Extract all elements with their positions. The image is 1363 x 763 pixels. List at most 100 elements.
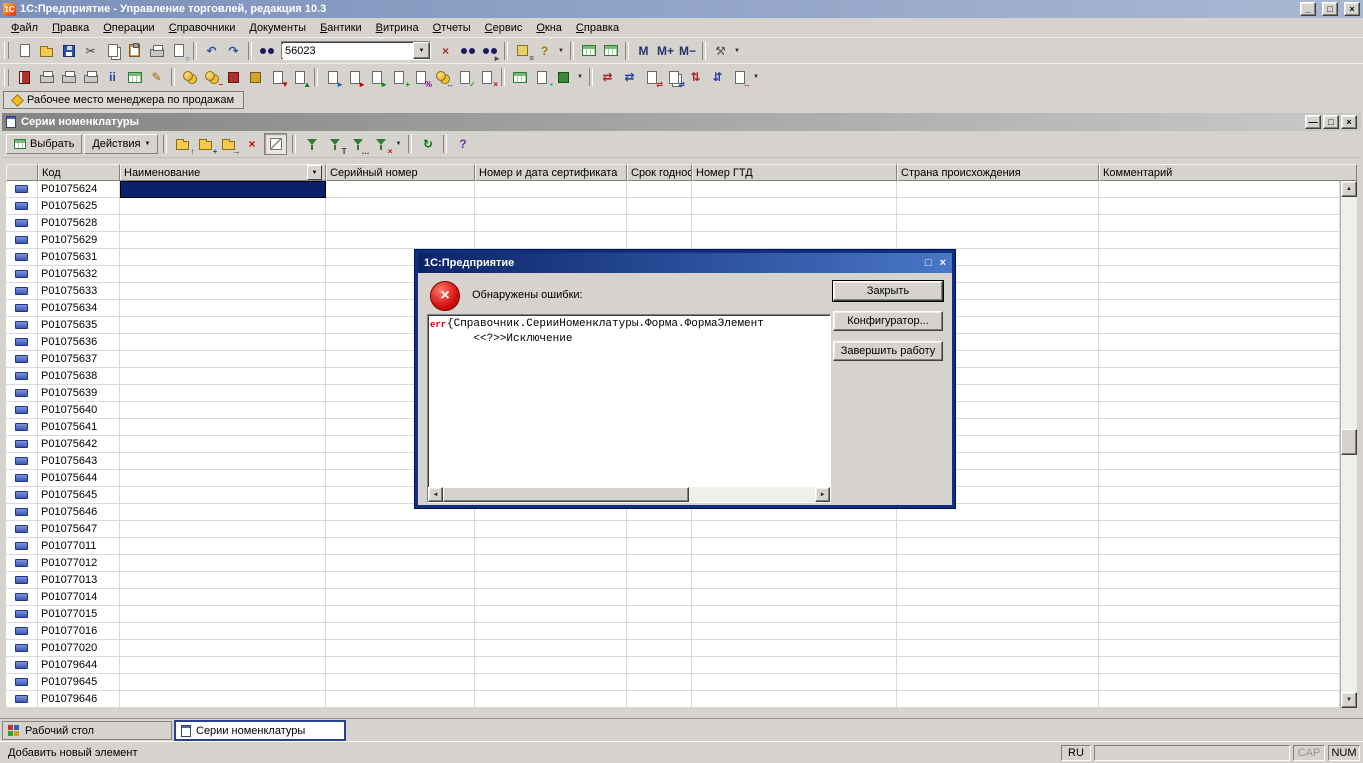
menu-item-10[interactable]: Справка [569,20,626,36]
coins-exchange-icon[interactable]: ↔ [432,67,454,89]
table-cell[interactable] [120,402,326,419]
table-cell[interactable] [1099,640,1340,657]
table-cell[interactable] [897,232,1099,249]
table-cell[interactable] [897,538,1099,555]
table-cell[interactable] [692,640,897,657]
table-row[interactable]: P01079646 [6,691,1340,708]
table-cell[interactable] [1099,181,1340,198]
column-header-3[interactable]: Номер и дата сертификата [475,164,627,181]
table-cell[interactable] [1099,657,1340,674]
row-marker-cell[interactable] [6,300,38,317]
shutdown-button[interactable]: Завершить работу [833,341,943,361]
exchange-settings-icon[interactable]: ⇄ [641,67,663,89]
column-header-0[interactable]: Код [38,164,120,181]
table-cell[interactable] [897,640,1099,657]
sync-up-down-icon[interactable]: ⇅ [685,67,706,87]
sync-down-up-icon[interactable]: ⇵ [707,67,728,87]
cut-icon[interactable]: ✂ [80,41,101,61]
memory-recall-button[interactable]: M [633,41,654,61]
table-cell[interactable] [1099,436,1340,453]
column-filter-icon[interactable]: ▼ [307,165,322,180]
table-cell[interactable] [475,538,627,555]
table-cell[interactable] [1099,402,1340,419]
table-row[interactable]: P01077015 [6,606,1340,623]
table-cell[interactable] [692,521,897,538]
redo-icon[interactable]: ↷ [223,41,244,61]
row-marker-cell[interactable] [6,368,38,385]
table-cell[interactable] [1099,453,1340,470]
row-marker-cell[interactable] [6,436,38,453]
table-cell[interactable] [120,351,326,368]
table-cell[interactable]: P01075631 [38,249,120,266]
menu-item-0[interactable]: Файл [4,20,45,36]
box-green-icon[interactable] [553,67,574,87]
table-cell[interactable] [120,487,326,504]
table-cell[interactable] [1099,538,1340,555]
table-cell[interactable]: P01075624 [38,181,120,198]
table-cell[interactable] [897,555,1099,572]
table-cell[interactable] [1099,623,1340,640]
table-cell[interactable] [692,555,897,572]
calculator-icon[interactable]: = [512,41,534,62]
row-marker-cell[interactable] [6,215,38,232]
table-cell[interactable] [627,232,692,249]
table-row[interactable]: P01079645 [6,674,1340,691]
language-indicator[interactable]: RU [1061,744,1091,761]
table-cell[interactable] [326,181,475,198]
table-cell[interactable] [326,606,475,623]
row-marker-cell[interactable] [6,283,38,300]
table-cell[interactable] [326,232,475,249]
table-cell[interactable] [627,606,692,623]
table-cell[interactable] [1099,606,1340,623]
table-cell[interactable] [1099,215,1340,232]
row-marker-cell[interactable] [6,181,38,198]
menu-item-7[interactable]: Отчеты [426,20,478,36]
table-cell[interactable] [120,385,326,402]
table-row[interactable]: P01075624 [6,181,1340,198]
table-cell[interactable] [627,198,692,215]
row-marker-cell[interactable] [6,623,38,640]
column-header-6[interactable]: Страна происхождения [897,164,1099,181]
column-header-2[interactable]: Серийный номер [326,164,475,181]
table-cell[interactable] [120,215,326,232]
child-close-button[interactable]: × [1341,115,1357,129]
table-cell[interactable] [326,555,475,572]
table-cell[interactable] [692,232,897,249]
table-cell[interactable] [326,691,475,708]
exchange-receive-icon[interactable]: ⇄ [619,67,640,87]
table-cell[interactable] [627,657,692,674]
table-document-icon[interactable] [578,41,599,61]
table-row[interactable]: P01077012 [6,555,1340,572]
table-cell[interactable] [692,572,897,589]
table-cell[interactable]: P01075636 [38,334,120,351]
table-cell[interactable] [475,181,627,198]
table-cell[interactable] [1099,368,1340,385]
table-cell[interactable] [120,198,326,215]
row-marker-cell[interactable] [6,657,38,674]
window-titlebar[interactable]: 1С 1С:Предприятие - Управление торговлей… [0,0,1363,18]
table-cell[interactable]: P01075646 [38,504,120,521]
table-cell[interactable] [120,589,326,606]
save-icon[interactable] [58,41,79,61]
selected-cell[interactable] [120,181,326,198]
row-marker-cell[interactable] [6,402,38,419]
table-row[interactable]: P01077020 [6,640,1340,657]
purse-red-icon[interactable] [223,67,244,87]
column-header-icon[interactable] [6,164,38,181]
copy-icon[interactable] [102,41,123,61]
table-cell[interactable] [627,623,692,640]
horizontal-scrollbar[interactable]: ◄ ► [428,487,830,502]
table-cell[interactable] [627,555,692,572]
table-cell[interactable] [326,572,475,589]
child-minimize-button[interactable]: — [1305,115,1321,129]
row-marker-cell[interactable] [6,351,38,368]
table-cell[interactable] [326,198,475,215]
menu-item-4[interactable]: Документы [242,20,313,36]
quick-search-input[interactable] [282,43,413,58]
doc-arrow-green-icon[interactable]: ► [366,67,388,89]
menu-item-9[interactable]: Окна [529,20,569,36]
row-marker-cell[interactable] [6,640,38,657]
close-button[interactable]: × [1344,2,1360,16]
table-cell[interactable]: P01075628 [38,215,120,232]
row-marker-cell[interactable] [6,470,38,487]
